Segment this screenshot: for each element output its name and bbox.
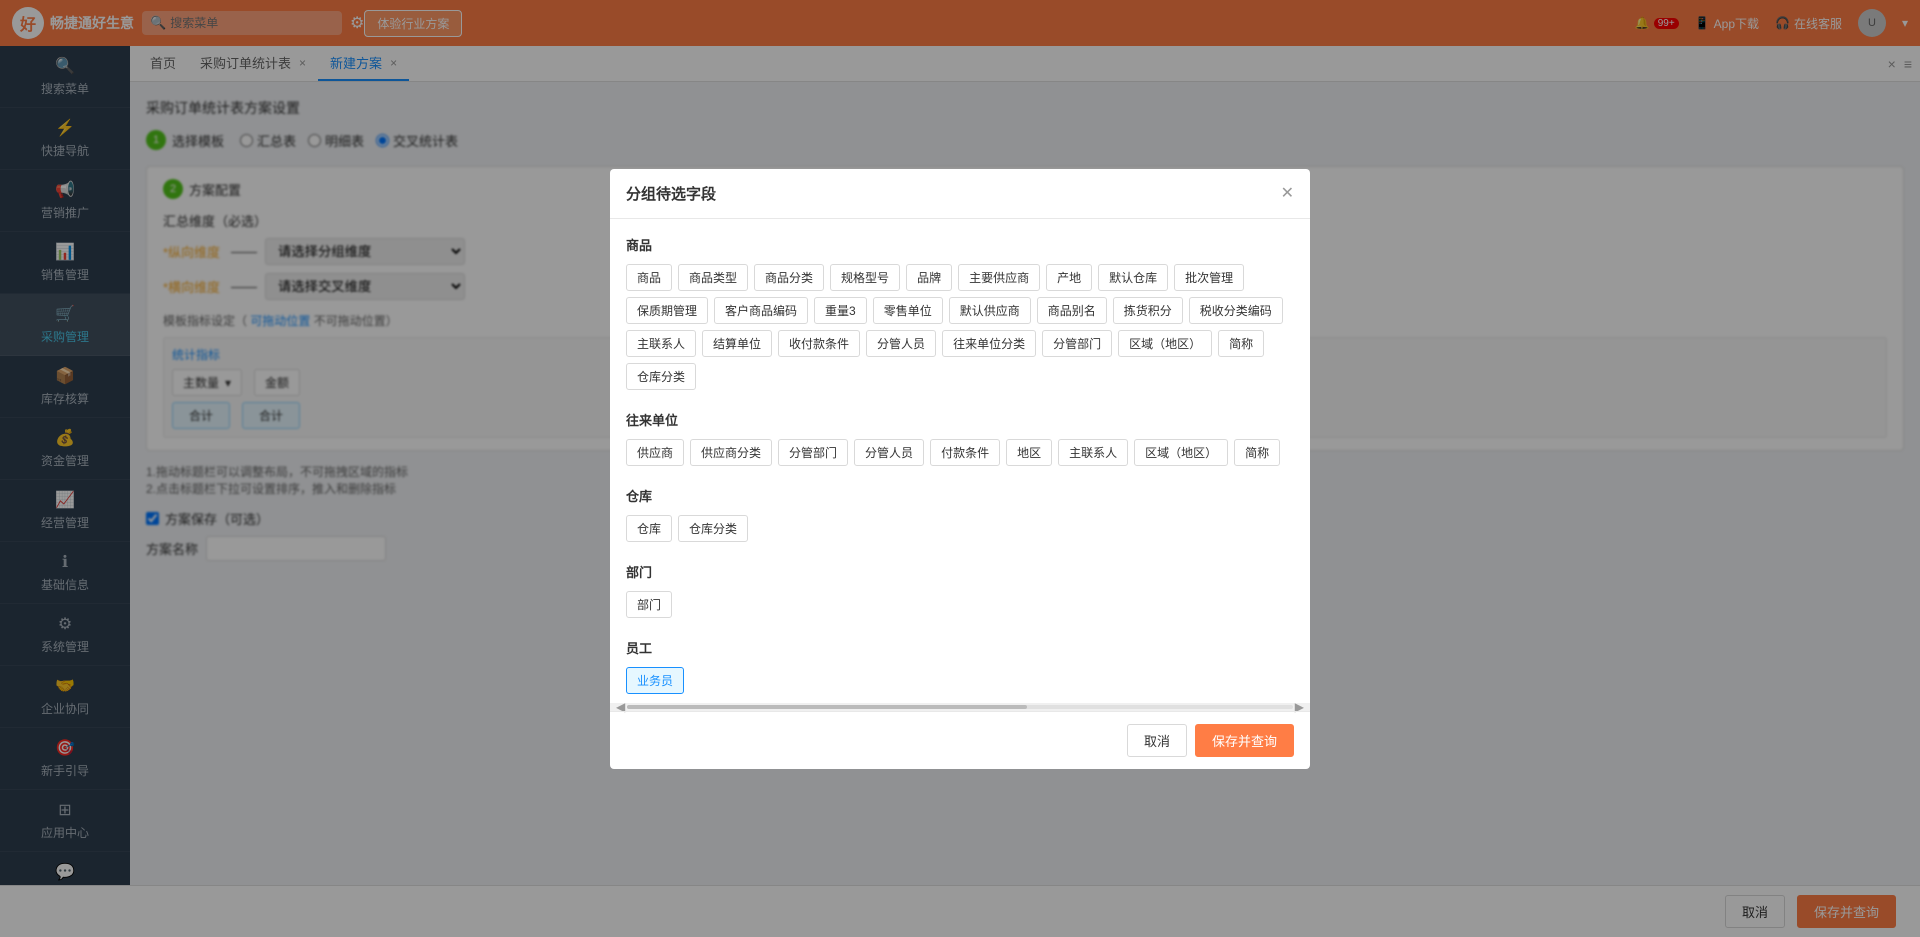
tag-customer-code[interactable]: 客户商品编码 bbox=[714, 297, 808, 324]
tag-default-supplier[interactable]: 默认供应商 bbox=[949, 297, 1031, 324]
tag-warehouse-cat[interactable]: 仓库分类 bbox=[678, 515, 748, 542]
section-partner-title: 往来单位 bbox=[626, 410, 1294, 429]
modal-scrollbar[interactable]: ◀ ▶ bbox=[610, 703, 1310, 711]
tag-pick-points[interactable]: 拣货积分 bbox=[1113, 297, 1183, 324]
scrollbar-thumb[interactable] bbox=[627, 705, 1026, 709]
section-warehouse-tags: 仓库 仓库分类 bbox=[626, 515, 1294, 542]
tag-product[interactable]: 商品 bbox=[626, 264, 672, 291]
modal-header: 分组待选字段 ✕ bbox=[610, 169, 1310, 219]
tag-main-contact[interactable]: 主联系人 bbox=[626, 330, 696, 357]
tag-supplier[interactable]: 供应商 bbox=[626, 439, 684, 466]
tag-region2[interactable]: 区域（地区） bbox=[1134, 439, 1228, 466]
section-dept-title: 部门 bbox=[626, 562, 1294, 581]
section-partner: 往来单位 供应商 供应商分类 分管部门 分管人员 付款条件 地区 主联系人 区域… bbox=[626, 410, 1294, 466]
tag-spec-model[interactable]: 规格型号 bbox=[830, 264, 900, 291]
tag-shelf-life[interactable]: 保质期管理 bbox=[626, 297, 708, 324]
modal-title: 分组待选字段 bbox=[626, 183, 716, 204]
tag-retail-unit[interactable]: 零售单位 bbox=[873, 297, 943, 324]
tag-dept[interactable]: 分管部门 bbox=[1042, 330, 1112, 357]
tag-warehouse[interactable]: 仓库 bbox=[626, 515, 672, 542]
modal-cancel-btn[interactable]: 取消 bbox=[1127, 724, 1187, 757]
modal-confirm-btn[interactable]: 保存并查询 bbox=[1195, 724, 1294, 757]
tag-main-contact2[interactable]: 主联系人 bbox=[1058, 439, 1128, 466]
tag-main-supplier[interactable]: 主要供应商 bbox=[958, 264, 1040, 291]
tag-settlement-unit[interactable]: 结算单位 bbox=[702, 330, 772, 357]
tag-abbr2[interactable]: 简称 bbox=[1234, 439, 1280, 466]
modal-close-btn[interactable]: ✕ bbox=[1281, 183, 1294, 203]
modal-footer: 取消 保存并查询 bbox=[610, 711, 1310, 769]
tag-batch-manage[interactable]: 批次管理 bbox=[1174, 264, 1244, 291]
tag-brand[interactable]: 品牌 bbox=[906, 264, 952, 291]
section-dept-tags: 部门 bbox=[626, 591, 1294, 618]
section-staff-tags: 业务员 bbox=[626, 667, 1294, 694]
section-staff-title: 员工 bbox=[626, 638, 1294, 657]
tag-product-category[interactable]: 商品分类 bbox=[754, 264, 824, 291]
section-dept: 部门 部门 bbox=[626, 562, 1294, 618]
tag-tax-code[interactable]: 税收分类编码 bbox=[1189, 297, 1283, 324]
tag-manager2[interactable]: 分管人员 bbox=[854, 439, 924, 466]
tag-default-warehouse[interactable]: 默认仓库 bbox=[1098, 264, 1168, 291]
tag-area[interactable]: 地区 bbox=[1006, 439, 1052, 466]
modal-overlay: 分组待选字段 ✕ 商品 商品 商品类型 商品分类 规格型号 品牌 主要供应商 产… bbox=[0, 0, 1920, 937]
section-product-tags: 商品 商品类型 商品分类 规格型号 品牌 主要供应商 产地 默认仓库 批次管理 … bbox=[626, 264, 1294, 390]
tag-supplier-category[interactable]: 供应商分类 bbox=[690, 439, 772, 466]
tag-partner-category[interactable]: 往来单位分类 bbox=[942, 330, 1036, 357]
tag-origin[interactable]: 产地 bbox=[1046, 264, 1092, 291]
tag-product-type[interactable]: 商品类型 bbox=[678, 264, 748, 291]
section-staff: 员工 业务员 bbox=[626, 638, 1294, 694]
scrollbar-track[interactable] bbox=[627, 705, 1293, 709]
section-warehouse: 仓库 仓库 仓库分类 bbox=[626, 486, 1294, 542]
tag-dept2[interactable]: 分管部门 bbox=[778, 439, 848, 466]
modal-body[interactable]: 商品 商品 商品类型 商品分类 规格型号 品牌 主要供应商 产地 默认仓库 批次… bbox=[610, 219, 1310, 703]
tag-abbr[interactable]: 简称 bbox=[1218, 330, 1264, 357]
tag-warehouse-category[interactable]: 仓库分类 bbox=[626, 363, 696, 390]
section-partner-tags: 供应商 供应商分类 分管部门 分管人员 付款条件 地区 主联系人 区域（地区） … bbox=[626, 439, 1294, 466]
tag-sales-staff[interactable]: 业务员 bbox=[626, 667, 684, 694]
tag-pay-condition[interactable]: 付款条件 bbox=[930, 439, 1000, 466]
tag-payment-terms[interactable]: 收付款条件 bbox=[778, 330, 860, 357]
tag-product-alias[interactable]: 商品别名 bbox=[1037, 297, 1107, 324]
modal: 分组待选字段 ✕ 商品 商品 商品类型 商品分类 规格型号 品牌 主要供应商 产… bbox=[610, 169, 1310, 769]
tag-manager[interactable]: 分管人员 bbox=[866, 330, 936, 357]
tag-region[interactable]: 区域（地区） bbox=[1118, 330, 1212, 357]
section-product: 商品 商品 商品类型 商品分类 规格型号 品牌 主要供应商 产地 默认仓库 批次… bbox=[626, 235, 1294, 390]
section-product-title: 商品 bbox=[626, 235, 1294, 254]
section-warehouse-title: 仓库 bbox=[626, 486, 1294, 505]
tag-weight[interactable]: 重量3 bbox=[814, 297, 867, 324]
tag-dept3[interactable]: 部门 bbox=[626, 591, 672, 618]
